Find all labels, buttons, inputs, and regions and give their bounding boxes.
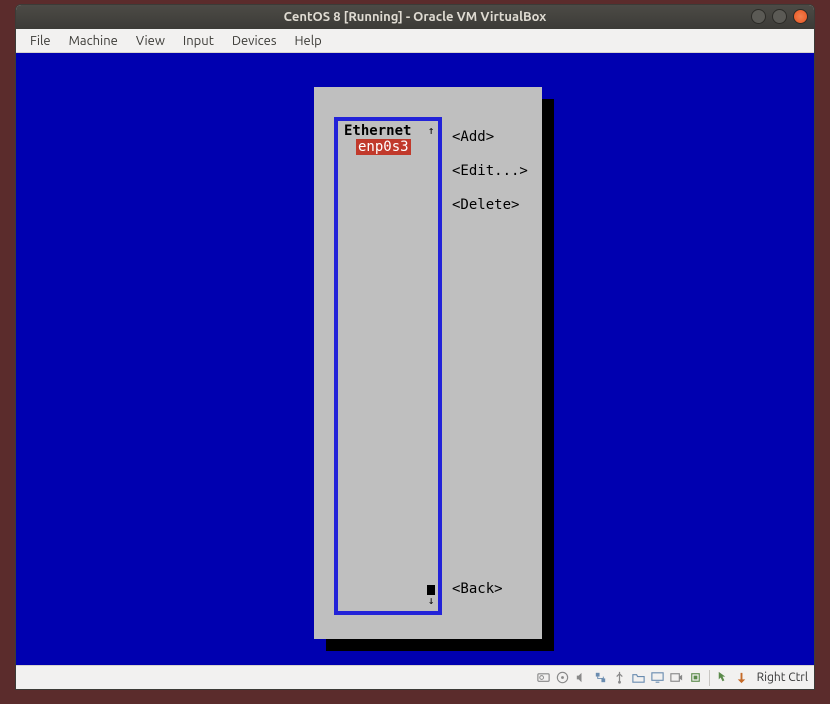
mouse-integration-icon[interactable]	[715, 670, 731, 686]
virtualbox-window: CentOS 8 [Running] - Oracle VM VirtualBo…	[15, 4, 815, 690]
close-button[interactable]	[793, 9, 808, 24]
menu-view[interactable]: View	[128, 31, 173, 51]
menu-machine[interactable]: Machine	[61, 31, 126, 51]
window-title: CentOS 8 [Running] - Oracle VM VirtualBo…	[284, 10, 547, 24]
connection-list[interactable]: Ethernet enp0s3 ↑ ↓	[338, 121, 438, 611]
edit-button[interactable]: <Edit...>	[452, 163, 528, 179]
titlebar[interactable]: CentOS 8 [Running] - Oracle VM VirtualBo…	[16, 5, 814, 29]
usb-icon[interactable]	[612, 670, 628, 686]
recording-icon[interactable]	[669, 670, 685, 686]
back-button[interactable]: <Back>	[452, 581, 503, 597]
scroll-down-icon[interactable]: ↓	[427, 593, 435, 609]
delete-button[interactable]: <Delete>	[452, 197, 519, 213]
list-header: Ethernet	[344, 123, 411, 139]
scrollbar[interactable]: ↑ ↓	[427, 123, 435, 609]
titlebar-controls	[751, 9, 808, 24]
menu-help[interactable]: Help	[287, 31, 330, 51]
host-key-label: Right Ctrl	[757, 671, 808, 684]
network-icon[interactable]	[593, 670, 609, 686]
connection-list-frame: Ethernet enp0s3 ↑ ↓	[334, 117, 442, 615]
status-divider	[709, 670, 710, 686]
display-icon[interactable]	[650, 670, 666, 686]
maximize-button[interactable]	[772, 9, 787, 24]
menu-input[interactable]: Input	[175, 31, 222, 51]
keyboard-capture-icon[interactable]	[734, 670, 750, 686]
menu-file[interactable]: File	[22, 31, 59, 51]
audio-icon[interactable]	[574, 670, 590, 686]
vm-display[interactable]: Ethernet enp0s3 ↑ ↓ <Add> <Edit...> <Del…	[16, 53, 815, 667]
shared-folders-icon[interactable]	[631, 670, 647, 686]
add-button[interactable]: <Add>	[452, 129, 494, 145]
menubar: File Machine View Input Devices Help	[16, 29, 814, 53]
scroll-up-icon[interactable]: ↑	[427, 123, 435, 139]
list-item-selected[interactable]: enp0s3	[356, 139, 411, 155]
menu-devices[interactable]: Devices	[224, 31, 285, 51]
minimize-button[interactable]	[751, 9, 766, 24]
processor-icon[interactable]	[688, 670, 704, 686]
network-config-dialog: Ethernet enp0s3 ↑ ↓ <Add> <Edit...> <Del…	[314, 87, 542, 639]
harddisk-icon[interactable]	[536, 670, 552, 686]
optical-icon[interactable]	[555, 670, 571, 686]
statusbar: Right Ctrl	[16, 665, 814, 689]
